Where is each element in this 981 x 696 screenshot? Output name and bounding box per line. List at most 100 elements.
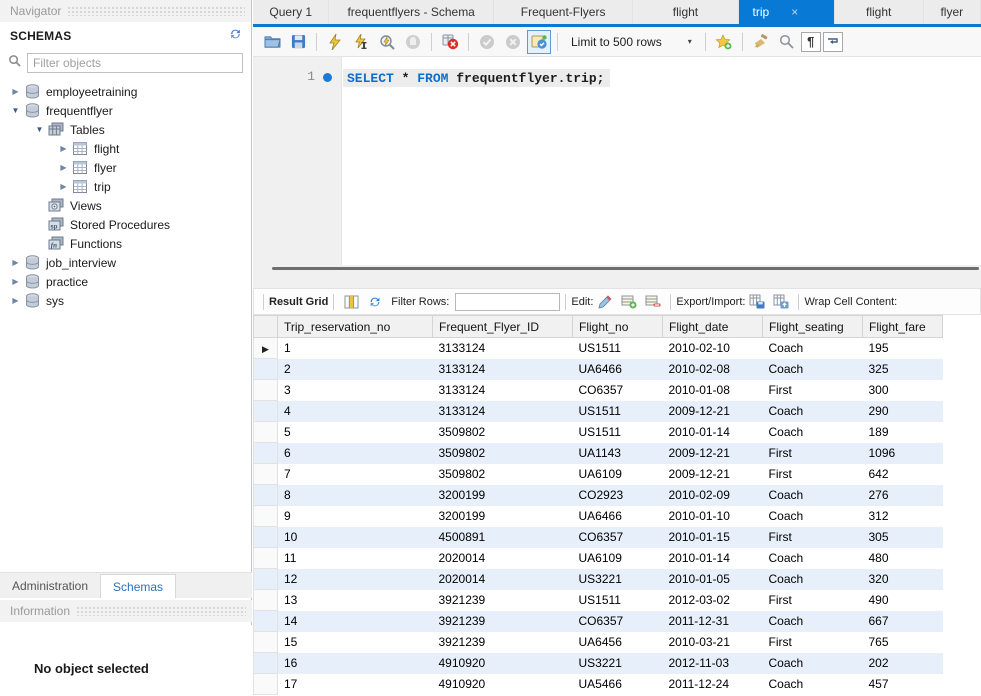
table-cell[interactable]: 300	[863, 380, 943, 401]
table-row[interactable]: 13 3921239 US1511 2012-03-02 First 490	[253, 589, 943, 611]
table-cell[interactable]: 2020014	[432, 568, 573, 590]
tree-item-functions[interactable]: fn Functions	[0, 234, 251, 253]
column-header-flight_seating[interactable]: Flight_seating	[762, 315, 863, 338]
table-cell[interactable]: First	[763, 590, 863, 611]
row-selector-cell[interactable]	[253, 400, 278, 422]
refresh-schemas-icon[interactable]	[228, 27, 243, 46]
table-cell[interactable]: 2020014	[433, 548, 573, 569]
table-cell[interactable]: 14	[277, 610, 433, 632]
import-records-icon[interactable]	[771, 292, 791, 312]
table-cell[interactable]: 7	[278, 464, 433, 485]
sql-editor[interactable]: 1 SELECT * FROM frequentflyer.trip;	[253, 57, 981, 265]
tree-item-trip[interactable]: ▶ trip	[0, 177, 251, 196]
table-cell[interactable]: 3133124	[433, 338, 573, 359]
table-cell[interactable]: 3133124	[432, 400, 573, 422]
filter-rows-input[interactable]	[455, 292, 561, 311]
table-cell[interactable]: 4500891	[432, 526, 573, 548]
row-selector-cell[interactable]	[253, 442, 278, 464]
table-cell[interactable]: 457	[863, 674, 943, 695]
table-row[interactable]: 5 3509802 US1511 2010-01-14 Coach 189	[253, 421, 943, 443]
table-cell[interactable]: US1511	[573, 338, 663, 359]
table-cell[interactable]: Coach	[763, 506, 863, 527]
sql-statement[interactable]: SELECT * FROM frequentflyer.trip;	[343, 69, 611, 87]
table-cell[interactable]: CO6357	[573, 380, 663, 401]
save-icon[interactable]	[286, 30, 310, 54]
table-cell[interactable]: 4910920	[432, 652, 573, 674]
table-cell[interactable]: 3921239	[432, 610, 573, 632]
table-cell[interactable]: 4910920	[433, 674, 573, 695]
table-cell[interactable]: Coach	[762, 484, 863, 506]
table-cell[interactable]: 2010-02-10	[663, 338, 763, 359]
row-selector-cell[interactable]	[253, 421, 278, 443]
editor-tab-flight[interactable]: flight	[834, 0, 924, 24]
row-selector-cell[interactable]	[253, 631, 278, 653]
export-results-icon[interactable]	[747, 292, 767, 312]
wrap-text-icon[interactable]	[822, 31, 843, 52]
expand-arrow-icon[interactable]: ▶	[10, 296, 21, 305]
tree-item-flyer[interactable]: ▶ flyer	[0, 158, 251, 177]
table-cell[interactable]: CO6357	[572, 610, 663, 632]
table-row[interactable]: 2 3133124 UA6466 2010-02-08 Coach 325	[253, 358, 943, 380]
table-cell[interactable]: UA1143	[572, 442, 663, 464]
table-cell[interactable]: 3921239	[433, 632, 573, 653]
table-cell[interactable]: 2010-02-09	[662, 484, 763, 506]
limit-rows-dropdown[interactable]: Limit to 500 rows ▾	[565, 33, 698, 51]
table-row[interactable]: 12 2020014 US3221 2010-01-05 Coach 320	[253, 568, 943, 590]
show-invisibles-icon[interactable]: ¶	[800, 31, 821, 52]
table-cell[interactable]: 13	[278, 590, 433, 611]
table-row[interactable]: 4 3133124 US1511 2009-12-21 Coach 290	[253, 400, 943, 422]
filter-objects-input[interactable]	[27, 53, 243, 73]
execute-query-icon[interactable]	[323, 30, 347, 54]
table-cell[interactable]: 3509802	[432, 442, 573, 464]
table-cell[interactable]: UA6456	[573, 632, 663, 653]
table-row[interactable]: 6 3509802 UA1143 2009-12-21 First 1096	[253, 442, 943, 464]
table-cell[interactable]: 276	[862, 484, 943, 506]
table-cell[interactable]: 2010-01-14	[663, 548, 763, 569]
table-cell[interactable]: 2012-03-02	[663, 590, 763, 611]
table-row[interactable]: ▶ 1 3133124 US1511 2010-02-10 Coach 195	[253, 337, 943, 359]
table-cell[interactable]: UA5466	[573, 674, 663, 695]
table-cell[interactable]: 189	[863, 422, 943, 443]
expand-arrow-icon[interactable]: ▶	[10, 277, 21, 286]
table-cell[interactable]: US1511	[572, 400, 663, 422]
sidebar-tab-schemas[interactable]: Schemas	[100, 574, 177, 598]
table-cell[interactable]: 3509802	[433, 422, 573, 443]
editor-tab-frequentflyers-schema[interactable]: frequentflyers - Schema	[329, 0, 494, 24]
table-cell[interactable]: 2010-01-08	[663, 380, 763, 401]
table-cell[interactable]: 2009-12-21	[662, 400, 763, 422]
table-row[interactable]: 3 3133124 CO6357 2010-01-08 First 300	[253, 379, 943, 401]
tree-item-tables[interactable]: ▼ Tables	[0, 120, 251, 139]
table-cell[interactable]: 2011-12-24	[663, 674, 763, 695]
table-cell[interactable]: 480	[863, 548, 943, 569]
column-header-frequent_flyer_id[interactable]: Frequent_Flyer_ID	[432, 315, 573, 338]
editor-tab-flight[interactable]: flight	[633, 0, 739, 24]
table-cell[interactable]: 10	[277, 526, 433, 548]
expand-arrow-icon[interactable]: ▶	[10, 87, 21, 96]
refresh-results-icon[interactable]	[365, 292, 385, 312]
expand-arrow-icon[interactable]: ▶	[58, 144, 69, 153]
table-cell[interactable]: UA6466	[572, 358, 663, 380]
row-selector-cell[interactable]	[253, 463, 278, 485]
row-selector-cell[interactable]	[253, 379, 278, 401]
table-cell[interactable]: First	[763, 464, 863, 485]
edit-cell-icon[interactable]	[595, 292, 615, 312]
table-cell[interactable]: US1511	[573, 422, 663, 443]
tree-item-flight[interactable]: ▶ flight	[0, 139, 251, 158]
table-cell[interactable]: Coach	[762, 610, 863, 632]
splitter-handle[interactable]	[272, 267, 979, 270]
tree-item-views[interactable]: Views	[0, 196, 251, 215]
execute-current-statement-icon[interactable]	[349, 30, 373, 54]
table-cell[interactable]: 325	[862, 358, 943, 380]
table-cell[interactable]: 2012-11-03	[662, 652, 763, 674]
table-cell[interactable]: Coach	[762, 568, 863, 590]
editor-tab-query-1[interactable]: Query 1	[253, 0, 330, 24]
open-file-icon[interactable]	[260, 30, 284, 54]
table-cell[interactable]: 3200199	[432, 484, 573, 506]
table-cell[interactable]: 2010-01-14	[663, 422, 763, 443]
table-cell[interactable]: 1096	[862, 442, 943, 464]
table-cell[interactable]: 3133124	[432, 358, 573, 380]
table-cell[interactable]: Coach	[762, 358, 863, 380]
tree-item-sys[interactable]: ▶ sys	[0, 291, 251, 310]
table-cell[interactable]: 15	[278, 632, 433, 653]
table-cell[interactable]: 490	[863, 590, 943, 611]
